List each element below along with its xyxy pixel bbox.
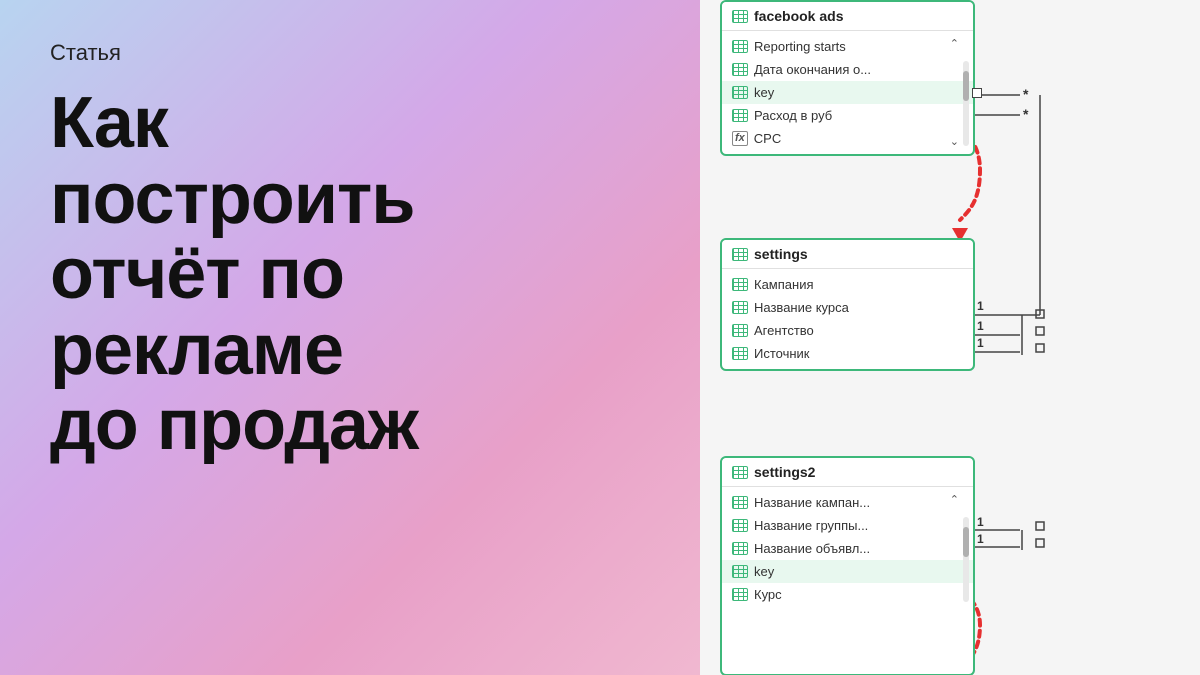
settings-header: settings — [722, 240, 973, 269]
chevron-up-icon: ⌃ — [950, 493, 959, 506]
title-line5: до продаж — [50, 385, 418, 465]
facebook-ads-card: facebook ads Reporting starts Дата оконч… — [720, 0, 975, 156]
table-row: Reporting starts — [722, 35, 973, 58]
row-label: Название объявл... — [754, 541, 870, 556]
table-row: Название кампан... — [722, 491, 973, 514]
table-row: Расход в руб — [722, 104, 973, 127]
row-icon — [732, 63, 748, 76]
row-label: Название группы... — [754, 518, 868, 533]
row-label: Дата окончания о... — [754, 62, 871, 77]
svg-text:1: 1 — [977, 319, 984, 333]
row-label: key — [754, 564, 774, 579]
table-icon — [732, 248, 748, 261]
facebook-ads-title: facebook ads — [754, 8, 843, 24]
title-line3: отчёт по — [50, 234, 344, 314]
row-label: CPC — [754, 131, 781, 146]
facebook-ads-body: Reporting starts Дата окончания о... key… — [722, 31, 973, 154]
right-panel: * * 1 1 1 1 1 facebook ads — [700, 0, 1200, 675]
row-label: Кампания — [754, 277, 814, 292]
table-row: Кампания — [722, 273, 973, 296]
row-label: key — [754, 85, 774, 100]
table-row: Название курса — [722, 296, 973, 319]
article-label: Статья — [50, 40, 650, 66]
table-row: Название группы... — [722, 514, 973, 537]
left-panel: Статья Как построить отчёт по рекламе до… — [0, 0, 700, 675]
row-label: Название курса — [754, 300, 849, 315]
card-scrollbar[interactable] — [963, 61, 969, 146]
row-icon — [732, 347, 748, 360]
fx-icon: fx — [732, 131, 748, 146]
row-icon — [732, 542, 748, 555]
card-scrollbar[interactable] — [963, 517, 969, 602]
key-connector-fb — [972, 88, 982, 98]
svg-text:*: * — [1023, 86, 1029, 102]
chevron-up-icon: ⌃ — [950, 37, 959, 50]
row-label: Курс — [754, 587, 782, 602]
row-label: Название кампан... — [754, 495, 870, 510]
table-row: Источник — [722, 342, 973, 365]
settings-body: Кампания Название курса Агентство Источн… — [722, 269, 973, 369]
main-title: Как построить отчёт по рекламе до продаж — [50, 86, 650, 464]
row-icon — [732, 496, 748, 509]
row-icon — [732, 40, 748, 53]
table-icon — [732, 10, 748, 23]
row-label: Агентство — [754, 323, 814, 338]
row-icon — [732, 301, 748, 314]
scrollbar-thumb[interactable] — [963, 527, 969, 557]
settings2-card: settings2 Название кампан... Название гр… — [720, 456, 975, 675]
settings-title: settings — [754, 246, 808, 262]
svg-text:1: 1 — [977, 515, 984, 529]
settings2-header: settings2 — [722, 458, 973, 487]
table-row-highlighted: key — [722, 560, 973, 583]
svg-text:1: 1 — [977, 299, 984, 313]
row-icon — [732, 519, 748, 532]
row-label: Расход в руб — [754, 108, 832, 123]
table-row: fx CPC — [722, 127, 973, 150]
svg-text:1: 1 — [977, 532, 984, 546]
title-line1: Как — [50, 83, 168, 163]
title-line4: рекламе — [50, 310, 343, 390]
svg-text:1: 1 — [977, 336, 984, 350]
row-icon — [732, 565, 748, 578]
table-row-highlighted: key — [722, 81, 973, 104]
scrollbar-thumb[interactable] — [963, 71, 969, 101]
table-row: Название объявл... — [722, 537, 973, 560]
chevron-down-icon: ⌄ — [950, 135, 959, 148]
row-icon — [732, 86, 748, 99]
settings-card: settings Кампания Название курса Агентст… — [720, 238, 975, 371]
row-icon — [732, 278, 748, 291]
table-icon — [732, 466, 748, 479]
table-row: Агентство — [722, 319, 973, 342]
table-row: Дата окончания о... — [722, 58, 973, 81]
title-line2: построить — [50, 159, 415, 239]
svg-text:*: * — [1023, 106, 1029, 122]
facebook-ads-header: facebook ads — [722, 2, 973, 31]
row-label: Reporting starts — [754, 39, 846, 54]
row-icon — [732, 324, 748, 337]
settings2-body: Название кампан... Название группы... На… — [722, 487, 973, 610]
table-row: Курс — [722, 583, 973, 606]
row-icon — [732, 109, 748, 122]
settings2-title: settings2 — [754, 464, 815, 480]
row-label: Источник — [754, 346, 810, 361]
row-icon — [732, 588, 748, 601]
